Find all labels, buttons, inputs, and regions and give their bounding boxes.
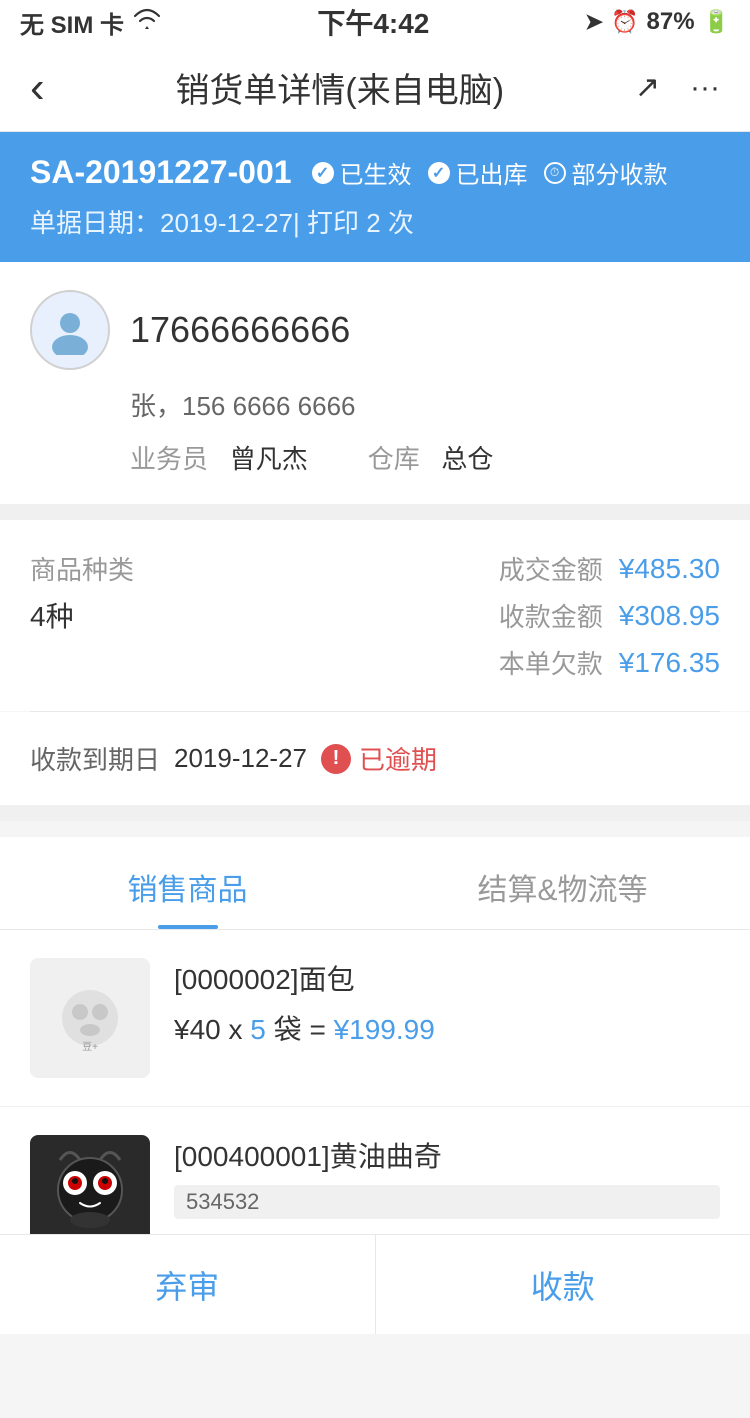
category-label: 商品种类 <box>30 550 134 587</box>
alarm-icon: ⏰ <box>611 9 638 35</box>
category-count: 4种 <box>30 595 134 635</box>
product-price-1: ¥40 x 5 袋 = ¥199.99 <box>174 1008 720 1048</box>
carrier-text: 无 SIM 卡 <box>20 5 124 40</box>
cancel-review-button[interactable]: 弃审 <box>0 1235 376 1334</box>
salesperson-label: 业务员 <box>130 444 208 474</box>
more-button[interactable]: ··· <box>690 71 720 105</box>
owed-row: 本单欠款 ¥176.35 <box>499 644 720 681</box>
amount-row: 成交金额 ¥485.30 <box>499 550 720 587</box>
warehouse-value: 总仓 <box>441 444 493 474</box>
due-label: 收款到期日 <box>30 740 160 777</box>
tab-settlement[interactable]: 结算&物流等 <box>375 837 750 929</box>
collected-row: 收款金额 ¥308.95 <box>499 597 720 634</box>
product-details-1: [0000002]面包 ¥40 x 5 袋 = ¥199.99 <box>174 958 720 1048</box>
status-badge-shipped: ✓ 已出库 <box>428 155 528 190</box>
nav-bar: ‹ 销货单详情(来自电脑) ↗ ··· <box>0 44 750 132</box>
status-right: ➤ ⏰ 87% 🔋 <box>585 8 730 36</box>
amount-value: ¥485.30 <box>619 553 720 585</box>
product-name-2: [000400001]黄油曲奇 <box>174 1135 720 1175</box>
list-item: 豆+ [0000002]面包 ¥40 x 5 袋 = ¥199.99 <box>0 930 750 1107</box>
divider-2 <box>0 805 750 821</box>
status-time: 下午4:42 <box>317 2 429 42</box>
product-sku-2: 534532 <box>174 1185 720 1219</box>
overdue-icon: ! <box>321 744 351 774</box>
overdue-badge: ! 已逾期 <box>321 740 437 777</box>
bottom-bar: 弃审 收款 <box>0 1234 750 1334</box>
collected-value: ¥308.95 <box>619 600 720 632</box>
back-button[interactable]: ‹ <box>30 63 45 113</box>
due-section: 收款到期日 2019-12-27 ! 已逾期 <box>0 712 750 805</box>
overdue-text: 已逾期 <box>359 740 437 777</box>
wifi-icon <box>132 8 162 37</box>
summary-section: 商品种类 4种 成交金额 ¥485.30 收款金额 ¥308.95 本单欠款 ¥… <box>0 520 750 711</box>
customer-phone: 17666666666 <box>130 309 350 351</box>
status-badge-partial: ⏱ 部分收款 <box>544 155 668 190</box>
nav-right: ↗ ··· <box>635 70 720 105</box>
avatar <box>30 290 110 370</box>
owed-value: ¥176.35 <box>619 647 720 679</box>
status-bar: 无 SIM 卡 下午4:42 ➤ ⏰ 87% 🔋 <box>0 0 750 44</box>
svg-text:豆+: 豆+ <box>82 1041 98 1053</box>
export-button[interactable]: ↗ <box>635 70 660 105</box>
product-name-1: [0000002]面包 <box>174 958 720 998</box>
tab-sales-products[interactable]: 销售商品 <box>0 837 375 929</box>
tabs-section: 销售商品 结算&物流等 豆+ [0000002]面包 ¥40 <box>0 837 750 1298</box>
order-date: 单据日期：2019-12-27| 打印 2 次 <box>30 203 720 240</box>
page-title: 销货单详情(来自电脑) <box>175 63 504 112</box>
status-left: 无 SIM 卡 <box>20 5 162 40</box>
nav-left: ‹ <box>30 63 45 113</box>
customer-name-phone: 张，156 6666 6666 <box>30 386 720 423</box>
order-header: SA-20191227-001 ✓ 已生效 ✓ 已出库 ⏱ 部分收款 单据日期：… <box>0 132 750 262</box>
tabs-row: 销售商品 结算&物流等 <box>0 837 750 930</box>
customer-meta: 业务员 曾凡杰 仓库 总仓 <box>30 439 720 476</box>
warehouse-label: 仓库 <box>368 444 420 474</box>
salesperson-value: 曾凡杰 <box>230 444 308 474</box>
order-status-badges: ✓ 已生效 ✓ 已出库 ⏱ 部分收款 <box>312 155 668 190</box>
product-thumbnail-1: 豆+ <box>30 958 150 1078</box>
collect-payment-button[interactable]: 收款 <box>376 1235 750 1334</box>
battery-text: 87% <box>647 8 695 36</box>
due-date-value: 2019-12-27 <box>174 743 307 774</box>
customer-section: 17666666666 张，156 6666 6666 业务员 曾凡杰 仓库 总… <box>0 262 750 504</box>
order-id: SA-20191227-001 <box>30 154 292 191</box>
status-badge-effective: ✓ 已生效 <box>312 155 412 190</box>
battery-icon: 🔋 <box>703 9 730 35</box>
location-icon: ➤ <box>585 9 603 35</box>
divider-1 <box>0 504 750 520</box>
